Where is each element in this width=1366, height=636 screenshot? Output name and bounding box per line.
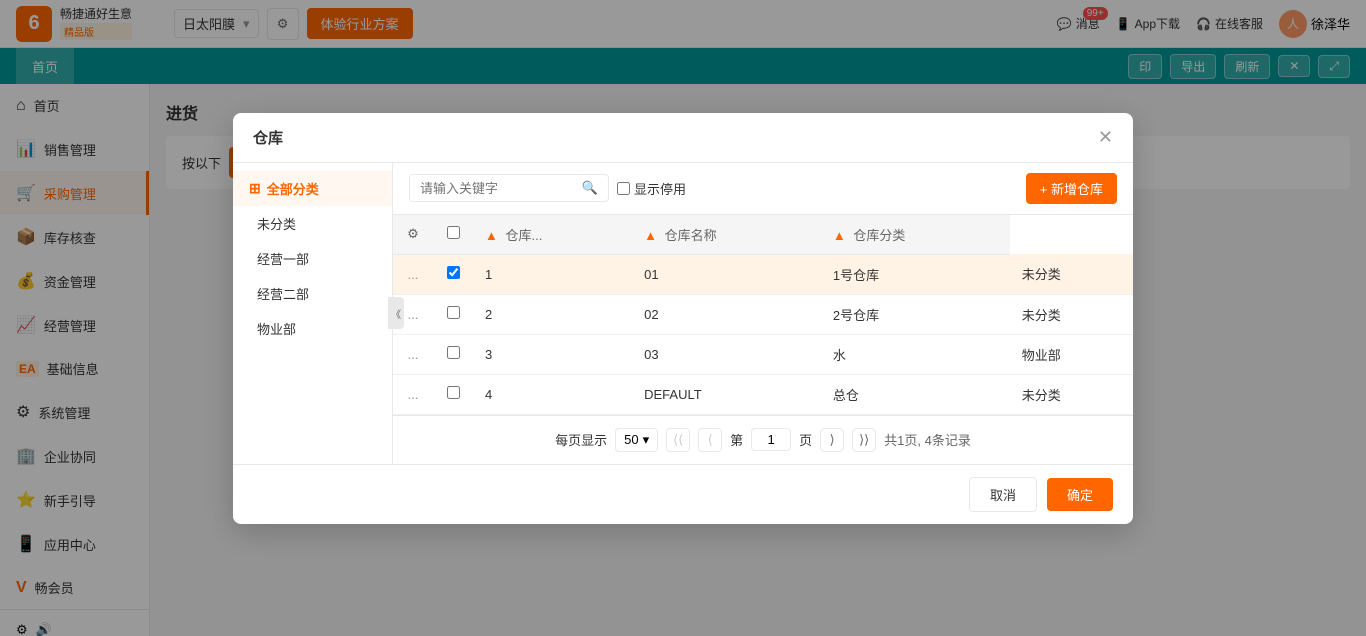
th-category-label: 仓库分类 [853, 228, 905, 243]
sort-icon-name: ▲ [644, 228, 657, 243]
cancel-button[interactable]: 取消 [969, 477, 1037, 512]
row-checkbox-cell[interactable] [433, 294, 473, 334]
per-page-label: 每页显示 [555, 430, 607, 449]
show-disabled-checkbox-label[interactable]: 显示停用 [617, 179, 686, 198]
row-checkbox[interactable] [447, 266, 460, 279]
search-input-wrapper[interactable]: 🔍 [409, 174, 609, 202]
row-checkbox-cell[interactable] [433, 254, 473, 294]
page-suffix: 页 [799, 430, 812, 449]
category-ops2[interactable]: 经营二部 [233, 276, 392, 311]
row-code: 03 [632, 334, 821, 374]
table-row[interactable]: ... 2 02 2号仓库 未分类 [393, 294, 1133, 334]
row-category: 未分类 [1010, 254, 1133, 294]
table-header-row: ⚙ ▲ 仓库... ▲ 仓库名称 [393, 215, 1133, 255]
row-name: 2号仓库 [821, 294, 1010, 334]
row-code: DEFAULT [632, 374, 821, 414]
sort-icon: ▲ [485, 228, 498, 243]
collapse-button[interactable]: 《 [388, 297, 404, 329]
total-info: 共1页, 4条记录 [884, 430, 971, 449]
row-checkbox-cell[interactable] [433, 334, 473, 374]
category-unclassified[interactable]: 未分类 [233, 206, 392, 241]
warehouse-table: ⚙ ▲ 仓库... ▲ 仓库名称 [393, 215, 1133, 415]
row-category: 物业部 [1010, 334, 1133, 374]
category-all-header[interactable]: ⊞ 全部分类 [233, 171, 392, 206]
row-name: 水 [821, 334, 1010, 374]
row-code: 01 [632, 254, 821, 294]
table-row[interactable]: ... 3 03 水 物业部 [393, 334, 1133, 374]
row-category: 未分类 [1010, 294, 1133, 334]
add-warehouse-button[interactable]: + 新增仓库 [1026, 173, 1117, 204]
row-checkbox[interactable] [447, 306, 460, 319]
th-index-label: 仓库... [506, 228, 543, 243]
row-index: 3 [473, 334, 632, 374]
th-name: ▲ 仓库名称 [632, 215, 821, 255]
modal-title: 仓库 [253, 127, 283, 148]
show-disabled-label: 显示停用 [634, 179, 686, 198]
row-checkbox-cell[interactable] [433, 374, 473, 414]
th-index: ▲ 仓库... [473, 215, 632, 255]
category-all-label: 全部分类 [267, 179, 319, 198]
row-code: 02 [632, 294, 821, 334]
data-table: ⚙ ▲ 仓库... ▲ 仓库名称 [393, 215, 1133, 415]
th-checkbox[interactable] [433, 215, 473, 255]
modal-overlay: 仓库 ✕ ⊞ 全部分类 未分类 经营一部 经营二部 物业部 《 [0, 0, 1366, 636]
row-index: 1 [473, 254, 632, 294]
per-page-value: 50 [624, 432, 638, 447]
modal-header: 仓库 ✕ [233, 113, 1133, 163]
row-name: 总仓 [821, 374, 1010, 414]
first-page-button[interactable]: ⟨⟨ [666, 428, 690, 452]
select-all-checkbox[interactable] [447, 226, 460, 239]
pagination: 每页显示 50 ▾ ⟨⟨ ⟨ 第 页 ⟩ ⟩⟩ 共1页, 4条记录 [393, 415, 1133, 464]
confirm-button[interactable]: 确定 [1047, 478, 1113, 511]
modal-footer: 取消 确定 [233, 464, 1133, 524]
category-property[interactable]: 物业部 [233, 311, 392, 346]
row-actions[interactable]: ... [393, 254, 433, 294]
category-grid-icon: ⊞ [249, 180, 261, 197]
th-category: ▲ 仓库分类 [821, 215, 1010, 255]
row-index: 4 [473, 374, 632, 414]
page-input[interactable] [751, 428, 791, 451]
row-actions[interactable]: ... [393, 374, 433, 414]
row-index: 2 [473, 294, 632, 334]
search-icon: 🔍 [582, 180, 598, 196]
table-row[interactable]: ... 1 01 1号仓库 未分类 [393, 254, 1133, 294]
show-disabled-checkbox[interactable] [617, 182, 630, 195]
last-page-button[interactable]: ⟩⟩ [852, 428, 876, 452]
th-settings[interactable]: ⚙ [393, 215, 433, 255]
per-page-select[interactable]: 50 ▾ [615, 428, 658, 452]
modal-close-button[interactable]: ✕ [1098, 127, 1113, 148]
row-category: 未分类 [1010, 374, 1133, 414]
th-name-label: 仓库名称 [665, 228, 717, 243]
row-checkbox[interactable] [447, 386, 460, 399]
prev-page-button[interactable]: ⟨ [698, 428, 722, 452]
collapse-icon: 《 [391, 306, 401, 321]
category-panel: ⊞ 全部分类 未分类 经营一部 经营二部 物业部 《 [233, 163, 393, 464]
next-page-button[interactable]: ⟩ [820, 428, 844, 452]
modal-body: ⊞ 全部分类 未分类 经营一部 经营二部 物业部 《 🔍 [233, 163, 1133, 464]
row-actions[interactable]: ... [393, 334, 433, 374]
row-checkbox[interactable] [447, 346, 460, 359]
table-panel: 🔍 显示停用 + 新增仓库 ⚙ [393, 163, 1133, 464]
sort-icon-category: ▲ [833, 228, 846, 243]
search-input[interactable] [420, 181, 578, 196]
per-page-arrow-icon: ▾ [643, 432, 650, 448]
page-label: 第 [730, 430, 743, 449]
warehouse-modal: 仓库 ✕ ⊞ 全部分类 未分类 经营一部 经营二部 物业部 《 [233, 113, 1133, 524]
table-toolbar: 🔍 显示停用 + 新增仓库 [393, 163, 1133, 215]
row-name: 1号仓库 [821, 254, 1010, 294]
table-row[interactable]: ... 4 DEFAULT 总仓 未分类 [393, 374, 1133, 414]
category-ops1[interactable]: 经营一部 [233, 241, 392, 276]
